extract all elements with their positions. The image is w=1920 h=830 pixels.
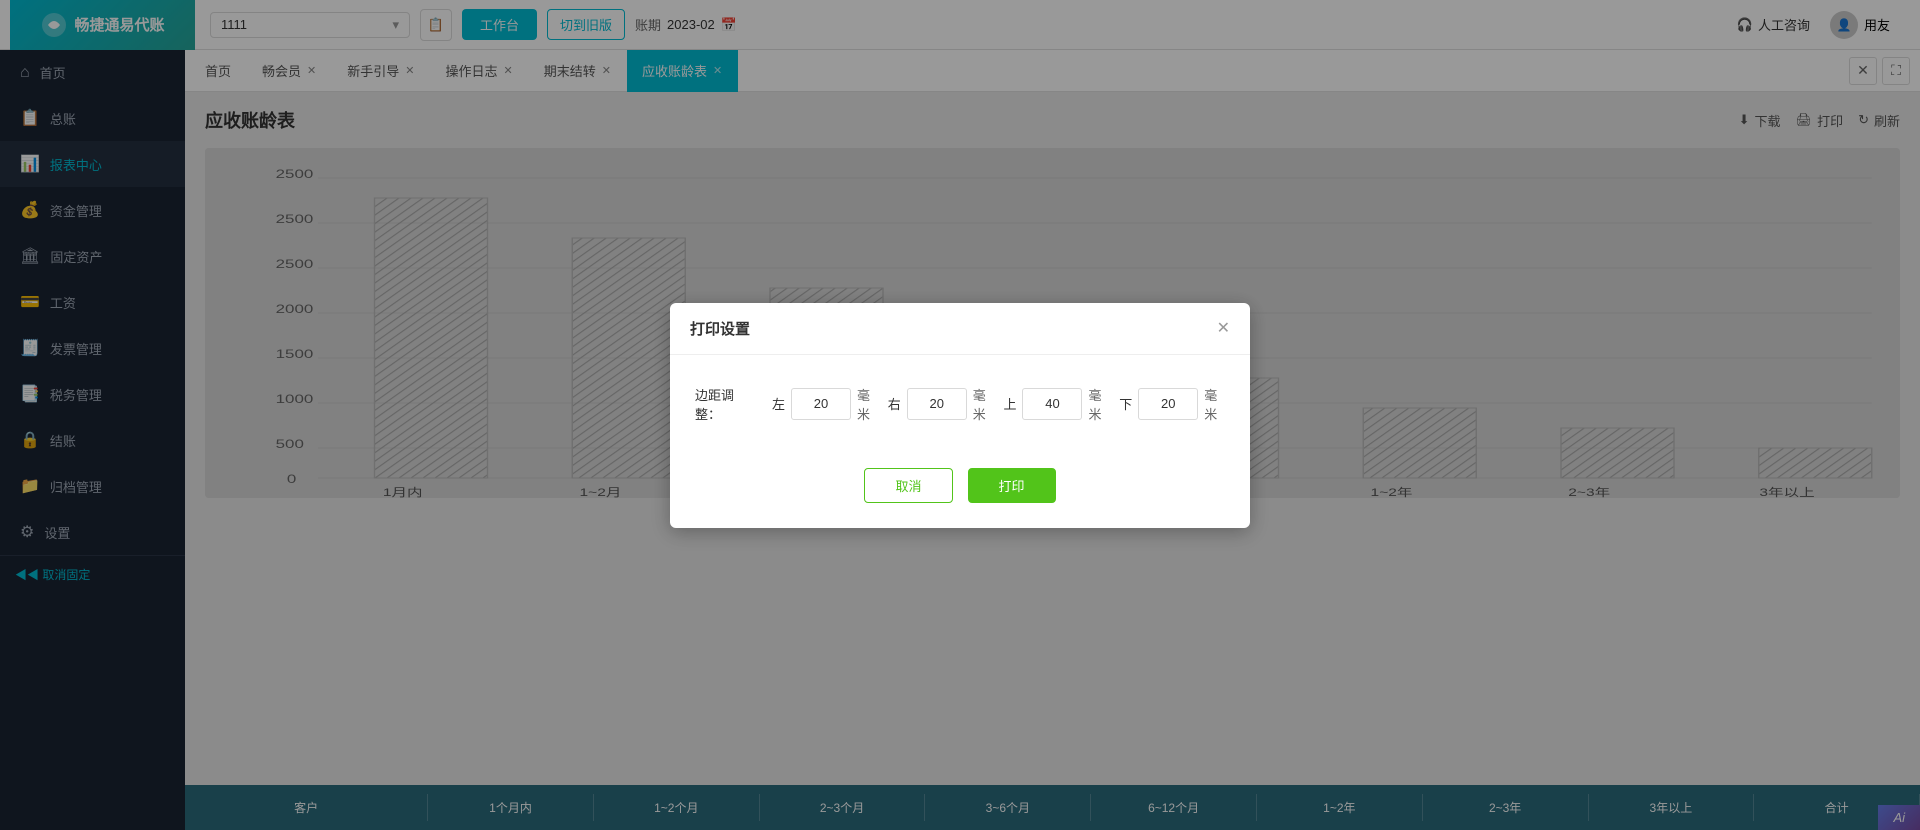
left-unit: 毫米 xyxy=(857,385,878,423)
right-margin-group: 右 毫米 xyxy=(888,385,994,423)
top-margin-group: 上 毫米 xyxy=(1003,385,1109,423)
bottom-margin-group: 下 毫米 xyxy=(1119,385,1225,423)
modal-close-button[interactable]: ✕ xyxy=(1217,318,1230,338)
margin-setting-row: 边距调整： 左 毫米 右 毫米 上 毫米 下 xyxy=(695,385,1225,423)
confirm-print-button[interactable]: 打印 xyxy=(968,468,1056,503)
margin-label: 边距调整： xyxy=(695,385,757,423)
left-margin-input[interactable] xyxy=(791,388,851,420)
bottom-direction-label: 下 xyxy=(1119,394,1132,413)
right-margin-input[interactable] xyxy=(907,388,967,420)
left-margin-group: 左 毫米 xyxy=(772,385,878,423)
print-settings-dialog: 打印设置 ✕ 边距调整： 左 毫米 右 毫米 上 毫米 xyxy=(670,303,1250,528)
bottom-unit: 毫米 xyxy=(1204,385,1225,423)
bottom-margin-input[interactable] xyxy=(1138,388,1198,420)
top-margin-input[interactable] xyxy=(1022,388,1082,420)
modal-body: 边距调整： 左 毫米 右 毫米 上 毫米 下 xyxy=(670,355,1250,453)
left-direction-label: 左 xyxy=(772,394,785,413)
modal-header: 打印设置 ✕ xyxy=(670,303,1250,355)
top-direction-label: 上 xyxy=(1003,394,1016,413)
modal-overlay: 打印设置 ✕ 边距调整： 左 毫米 右 毫米 上 毫米 xyxy=(0,0,1920,830)
modal-footer: 取消 打印 xyxy=(670,453,1250,528)
top-unit: 毫米 xyxy=(1088,385,1109,423)
right-unit: 毫米 xyxy=(973,385,994,423)
cancel-button[interactable]: 取消 xyxy=(864,468,952,503)
modal-title: 打印设置 xyxy=(690,318,750,339)
right-direction-label: 右 xyxy=(888,394,901,413)
